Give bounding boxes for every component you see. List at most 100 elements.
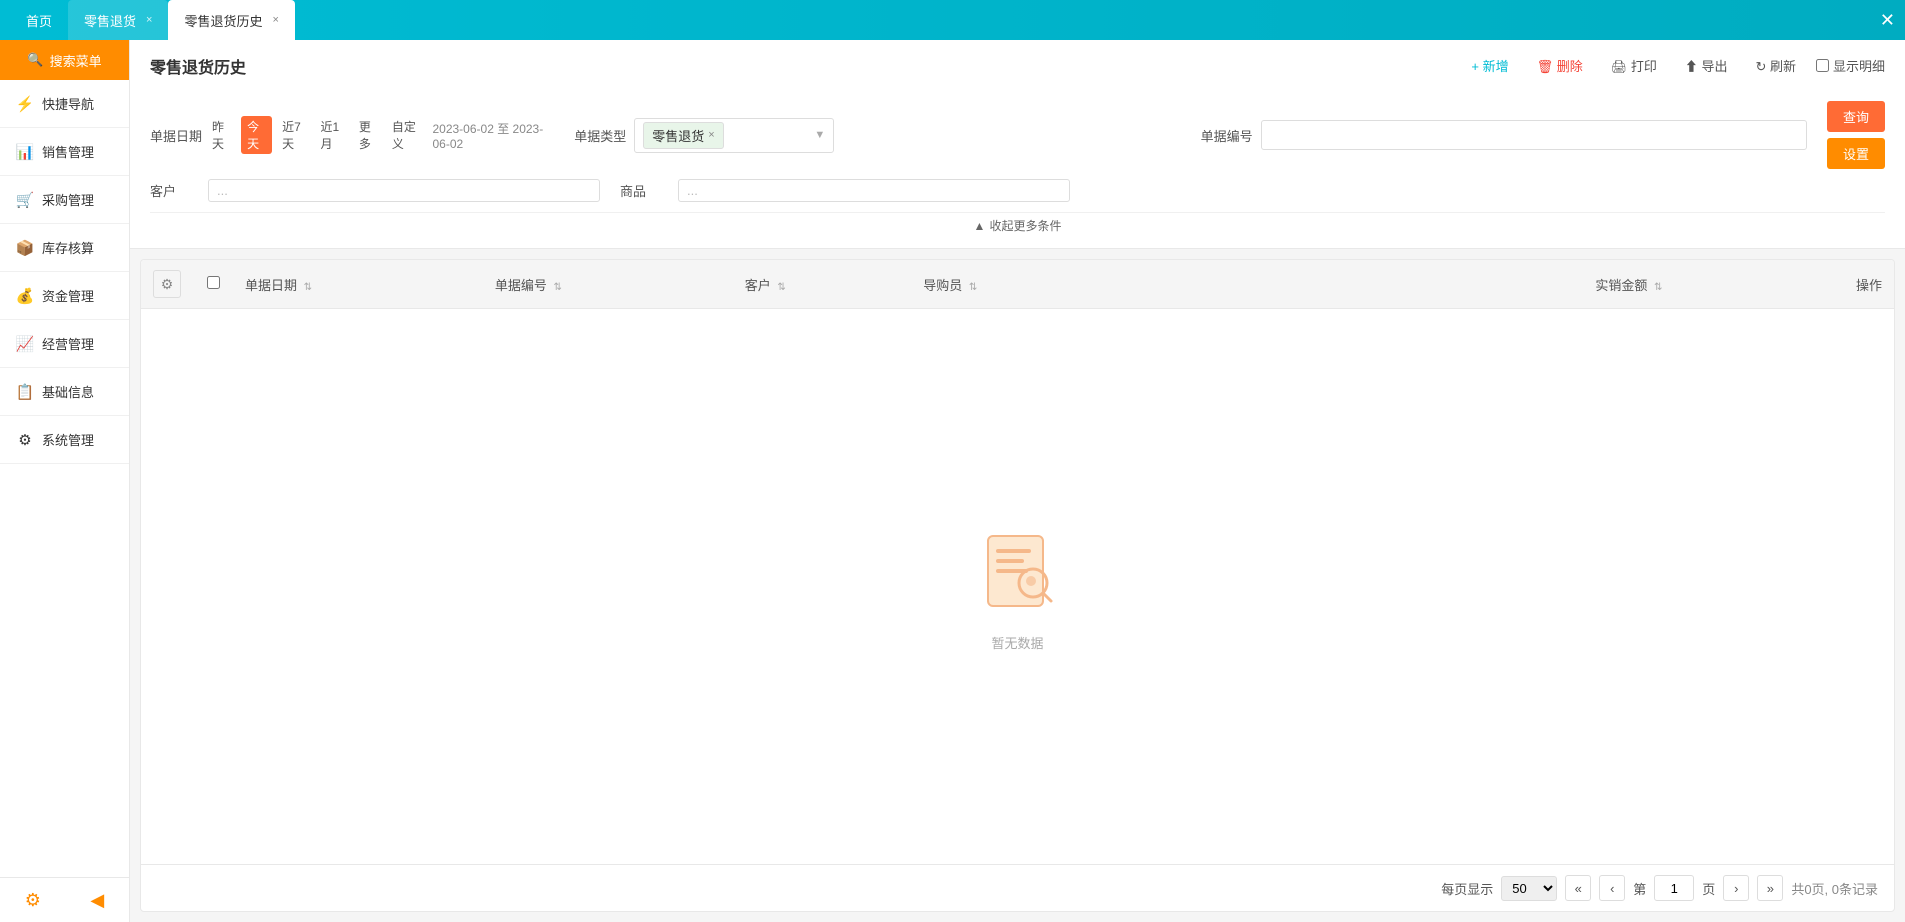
basic-info-icon: 📋 xyxy=(16,383,34,401)
sidebar-item-finance[interactable]: 💰 资金管理 xyxy=(0,272,129,320)
page-size-select[interactable]: 10 20 50 100 xyxy=(1501,876,1557,901)
show-details-checkbox[interactable]: 显示明细 xyxy=(1816,56,1885,75)
th-checkbox xyxy=(193,260,233,309)
th-customer: 客户 ⇅ xyxy=(733,260,912,309)
date-options: 昨天 今天 近7天 近1月 更多 自定义 xyxy=(208,116,424,154)
sidebar-bottom: ⚙ ◀ xyxy=(0,877,129,922)
page-header: 零售退货历史 + 新增 🗑 删除 🖨 打印 ⬆ 导出 ↻ 刷新 显示明细 xyxy=(130,40,1905,249)
page-title: 零售退货历史 xyxy=(150,54,246,78)
sidebar-item-inventory[interactable]: 📦 库存核算 xyxy=(0,224,129,272)
empty-state: 暂无数据 xyxy=(141,309,1894,864)
filter-row-1: 单据日期 昨天 今天 近7天 近1月 更多 自定义 2023-06-02 至 2… xyxy=(150,101,1885,169)
tab-retail-return-close[interactable]: × xyxy=(146,14,152,26)
customer-label: 客户 xyxy=(150,181,200,200)
sales-icon: 📊 xyxy=(16,143,34,161)
type-select-arrow: ▼ xyxy=(814,129,825,141)
sidebar-item-operations[interactable]: 📈 经营管理 xyxy=(0,320,129,368)
number-filter: 单据编号 xyxy=(1201,120,1807,150)
collapse-button[interactable]: ▲ 收起更多条件 xyxy=(150,212,1885,238)
chevron-up-icon: ▲ xyxy=(974,219,986,233)
toolbar: + 新增 🗑 删除 🖨 打印 ⬆ 导出 ↻ 刷新 显示明细 xyxy=(1463,52,1885,79)
tab-retail-return[interactable]: 零售退货 × xyxy=(68,0,168,40)
page-input[interactable] xyxy=(1654,875,1694,901)
sort-amount-icon[interactable]: ⇅ xyxy=(1654,282,1662,293)
goods-input[interactable]: ... xyxy=(678,179,1070,202)
date-option-more[interactable]: 更多 xyxy=(355,116,382,154)
tab-home[interactable]: 首页 xyxy=(10,0,68,40)
goods-label: 商品 xyxy=(620,181,670,200)
table-header-row: ⚙ 单据日期 ⇅ 单据编号 ⇅ xyxy=(141,260,1894,309)
data-table: ⚙ 单据日期 ⇅ 单据编号 ⇅ xyxy=(141,260,1894,309)
number-input[interactable] xyxy=(1261,120,1807,150)
export-button[interactable]: ⬆ 导出 xyxy=(1677,52,1736,79)
page-title-bar: 零售退货历史 + 新增 🗑 删除 🖨 打印 ⬆ 导出 ↻ 刷新 显示明细 xyxy=(150,52,1885,79)
th-amount: 实销金额 ⇅ xyxy=(1125,260,1674,309)
tab-retail-return-history[interactable]: 零售退货历史 × xyxy=(168,0,294,40)
page-size-label: 每页显示 xyxy=(1441,879,1493,898)
sidebar-item-quick-nav[interactable]: ⚡ 快捷导航 xyxy=(0,80,129,128)
content-area: 零售退货历史 + 新增 🗑 删除 🖨 打印 ⬆ 导出 ↻ 刷新 显示明细 xyxy=(130,40,1905,922)
settings-button[interactable]: 设置 xyxy=(1827,138,1885,169)
date-option-7days[interactable]: 近7天 xyxy=(278,116,310,154)
page-label-after: 页 xyxy=(1702,879,1715,898)
page-label-before: 第 xyxy=(1633,879,1646,898)
table-settings-icon[interactable]: ⚙ xyxy=(153,270,181,298)
query-button[interactable]: 查询 xyxy=(1827,101,1885,132)
sidebar-item-label: 快捷导航 xyxy=(42,94,94,113)
sidebar-search-label: 搜索菜单 xyxy=(50,51,102,70)
sort-guide-icon[interactable]: ⇅ xyxy=(969,282,977,293)
sort-customer-icon[interactable]: ⇅ xyxy=(777,282,785,293)
quick-nav-icon: ⚡ xyxy=(16,95,34,113)
date-filter: 单据日期 昨天 今天 近7天 近1月 更多 自定义 2023-06-02 至 2… xyxy=(150,116,554,154)
date-option-yesterday[interactable]: 昨天 xyxy=(208,116,235,154)
print-button[interactable]: 🖨 打印 xyxy=(1603,52,1665,79)
type-tag-close[interactable]: × xyxy=(708,129,714,141)
th-actions: 操作 xyxy=(1674,260,1894,309)
sidebar-item-basic-info[interactable]: 📋 基础信息 xyxy=(0,368,129,416)
sidebar-item-sales-mgmt[interactable]: 📊 销售管理 xyxy=(0,128,129,176)
pagination: 每页显示 10 20 50 100 « ‹ 第 页 › » 共0页, 0条记录 xyxy=(141,864,1894,911)
select-all-checkbox[interactable] xyxy=(207,276,220,289)
sidebar-item-label: 资金管理 xyxy=(42,286,94,305)
page-first-button[interactable]: « xyxy=(1565,875,1591,901)
collapse-icon[interactable]: ◀ xyxy=(90,890,104,911)
delete-button[interactable]: 🗑 删除 xyxy=(1529,52,1591,79)
sidebar-item-label: 经营管理 xyxy=(42,334,94,353)
date-option-today[interactable]: 今天 xyxy=(241,116,272,154)
date-label: 单据日期 xyxy=(150,126,200,145)
sidebar-item-label: 库存核算 xyxy=(42,238,94,257)
page-next-button[interactable]: › xyxy=(1723,875,1749,901)
main-layout: 🔍 搜索菜单 ⚡ 快捷导航 📊 销售管理 🛒 采购管理 📦 库存核算 💰 xyxy=(0,40,1905,922)
sidebar-item-system[interactable]: ⚙ 系统管理 xyxy=(0,416,129,464)
type-select[interactable]: 零售退货 × ▼ xyxy=(634,118,834,153)
tab-retail-return-history-close[interactable]: × xyxy=(272,14,278,26)
sidebar-search[interactable]: 🔍 搜索菜单 xyxy=(0,40,129,80)
sidebar-item-label: 采购管理 xyxy=(42,190,94,209)
window-close-button[interactable]: ✕ xyxy=(1880,10,1895,31)
sidebar-item-purchase-mgmt[interactable]: 🛒 采购管理 xyxy=(0,176,129,224)
show-details-input[interactable] xyxy=(1816,59,1829,72)
customer-input[interactable]: ... xyxy=(208,179,600,202)
th-settings: ⚙ xyxy=(141,260,193,309)
refresh-button[interactable]: ↻ 刷新 xyxy=(1747,52,1804,79)
settings-icon[interactable]: ⚙ xyxy=(25,890,41,911)
top-bar: 首页 零售退货 × 零售退货历史 × ✕ xyxy=(0,0,1905,40)
tab-list: 首页 零售退货 × 零售退货历史 × xyxy=(10,0,1880,40)
th-number: 单据编号 ⇅ xyxy=(483,260,733,309)
sidebar-item-label: 系统管理 xyxy=(42,430,94,449)
page-last-button[interactable]: » xyxy=(1757,875,1783,901)
action-buttons: 查询 设置 xyxy=(1827,101,1885,169)
type-label: 单据类型 xyxy=(574,126,626,145)
date-option-1month[interactable]: 近1月 xyxy=(316,116,348,154)
page-prev-button[interactable]: ‹ xyxy=(1599,875,1625,901)
filter-area: 单据日期 昨天 今天 近7天 近1月 更多 自定义 2023-06-02 至 2… xyxy=(150,91,1885,248)
sort-number-icon[interactable]: ⇅ xyxy=(554,282,562,293)
type-filter: 单据类型 零售退货 × ▼ xyxy=(574,118,1180,153)
date-option-custom[interactable]: 自定义 xyxy=(388,116,425,154)
type-tag: 零售退货 × xyxy=(643,122,723,149)
sidebar: 🔍 搜索菜单 ⚡ 快捷导航 📊 销售管理 🛒 采购管理 📦 库存核算 💰 xyxy=(0,40,130,922)
empty-text: 暂无数据 xyxy=(991,633,1043,652)
add-button[interactable]: + 新增 xyxy=(1463,52,1516,79)
goods-placeholder: ... xyxy=(687,183,1061,198)
sort-date-icon[interactable]: ⇅ xyxy=(304,282,312,293)
